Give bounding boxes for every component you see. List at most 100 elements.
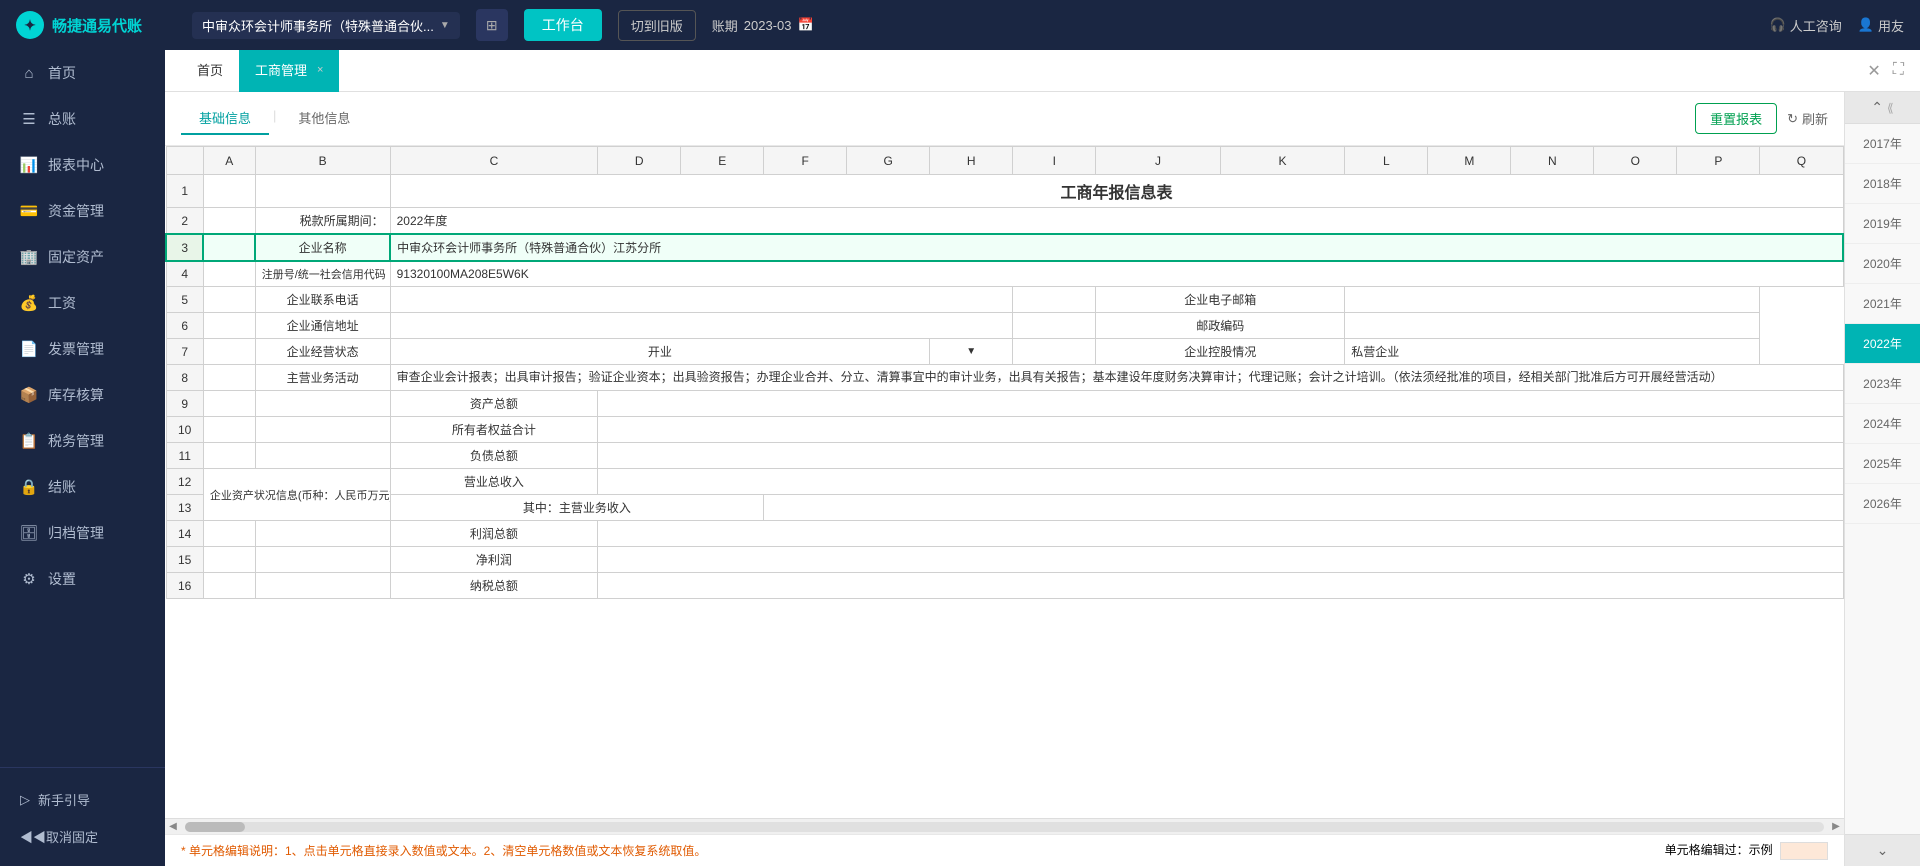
table-row: 14 利润总额 — [166, 521, 1843, 547]
table-container[interactable]: A B C D E F G H I J K L — [165, 146, 1844, 818]
finance-icon: 💳 — [20, 202, 38, 220]
row-6-val1[interactable] — [390, 313, 1013, 339]
workbench-button[interactable]: 工作台 — [524, 9, 602, 41]
col-a-header: A — [203, 147, 255, 175]
page-content: 基础信息 | 其他信息 重置报表 ↻ 刷新 — [165, 92, 1920, 866]
refresh-label: 刷新 — [1802, 109, 1828, 128]
year-nav-down-btn[interactable]: ⌄ — [1845, 834, 1920, 866]
row-9-b — [255, 391, 390, 417]
salary-icon: 💰 — [20, 294, 38, 312]
row-2-header: 2 — [166, 208, 203, 235]
guide-label: 新手引导 — [38, 790, 90, 809]
table-row: 4 注册号/统一社会信用代码 91320100MA208E5W6K — [166, 261, 1843, 287]
table-row: 12 企业资产状况信息(币种：人民币万元) 营业总收入 — [166, 469, 1843, 495]
spreadsheet-table: A B C D E F G H I J K L — [165, 146, 1844, 599]
row-13-val[interactable] — [764, 495, 1843, 521]
switch-version-button[interactable]: 切到旧版 — [618, 10, 696, 41]
year-item-2018[interactable]: 2018年 — [1845, 164, 1920, 204]
sheet-tab-other[interactable]: 其他信息 — [280, 102, 368, 135]
row-10-val[interactable] — [598, 417, 1843, 443]
row-2-value[interactable]: 2022年度 — [390, 208, 1843, 235]
corner-cell — [166, 147, 203, 175]
row-16-label: 纳税总额 — [390, 573, 598, 599]
table-row-selected: 3 企业名称 中审众环会计师事务所（特殊普通合伙）江苏分所 — [166, 234, 1843, 261]
tab-business-label: 工商管理 — [255, 60, 307, 79]
scroll-thumb[interactable] — [185, 822, 245, 832]
sidebar-item-home[interactable]: ⌂ 首页 — [0, 50, 165, 96]
user-area[interactable]: 👤 用友 — [1858, 16, 1904, 35]
sidebar-item-salary[interactable]: 💰 工资 — [0, 280, 165, 326]
row-7-label1: 企业经营状态 — [255, 339, 390, 365]
row-9-val[interactable] — [598, 391, 1843, 417]
cancel-fixed-btn[interactable]: ◀◀取消固定 — [0, 819, 165, 854]
row-14-b — [255, 521, 390, 547]
sidebar-item-inventory[interactable]: 📦 库存核算 — [0, 372, 165, 418]
bottom-bar: * 单元格编辑说明：1、点击单元格直接录入数值或文本。2、清空单元格数值或文本恢… — [165, 834, 1844, 866]
tax-icon: 📋 — [20, 432, 38, 450]
year-item-2026[interactable]: 2026年 — [1845, 484, 1920, 524]
maximize-icon[interactable]: ⛶ — [1893, 61, 1904, 81]
row-15-val[interactable] — [598, 547, 1843, 573]
year-nav-up-btn[interactable]: ⌃ ⟪ — [1845, 92, 1920, 124]
sidebar-item-reports[interactable]: 📊 报表中心 — [0, 142, 165, 188]
row-6-val2[interactable] — [1345, 313, 1760, 339]
row-12-val[interactable] — [598, 469, 1843, 495]
tab-close-icon[interactable]: × — [317, 64, 323, 76]
row-7-dropdown[interactable]: ▼ — [930, 339, 1013, 365]
sidebar-label-assets: 固定资产 — [48, 247, 104, 267]
row-11-val[interactable] — [598, 443, 1843, 469]
year-item-2023[interactable]: 2023年 — [1845, 364, 1920, 404]
toolbar-right: 重置报表 ↻ 刷新 — [1695, 103, 1828, 134]
scroll-track[interactable] — [185, 822, 1824, 832]
sidebar-item-settings[interactable]: ⚙ 设置 — [0, 556, 165, 602]
table-row: 6 企业通信地址 邮政编码 — [166, 313, 1843, 339]
row-14-val[interactable] — [598, 521, 1843, 547]
row-6-label1: 企业通信地址 — [255, 313, 390, 339]
year-item-2022[interactable]: 2022年 — [1845, 324, 1920, 364]
window-controls: ✕ ⛶ — [1867, 61, 1904, 81]
row-3-value[interactable]: 中审众环会计师事务所（特殊普通合伙）江苏分所 — [390, 234, 1843, 261]
company-icon-btn[interactable]: ⊞ — [476, 9, 508, 41]
row-3-header: 3 — [166, 234, 203, 261]
row-16-val[interactable] — [598, 573, 1843, 599]
sidebar-item-archive[interactable]: 🗄 归档管理 — [0, 510, 165, 556]
sidebar-label-ledger: 总账 — [48, 109, 76, 129]
row-7-label2: 企业控股情况 — [1096, 339, 1345, 365]
close-window-icon[interactable]: ✕ — [1867, 61, 1880, 81]
row-5-val1[interactable] — [390, 287, 1013, 313]
sidebar-item-ledger[interactable]: ☰ 总账 — [0, 96, 165, 142]
tab-business[interactable]: 工商管理 × — [239, 50, 339, 92]
tab-home-label: 首页 — [197, 60, 223, 79]
sidebar-scroll: ⌂ 首页 ☰ 总账 📊 报表中心 💳 资金管理 🏢 固定资产 💰 工资 — [0, 50, 165, 767]
row-9-header: 9 — [166, 391, 203, 417]
year-item-2024[interactable]: 2024年 — [1845, 404, 1920, 444]
year-item-2025[interactable]: 2025年 — [1845, 444, 1920, 484]
period-info: 账期 2023-03 📅 — [712, 16, 814, 35]
row-8-value[interactable]: 审查企业会计报表；出具审计报告；验证企业资本；出具验资报告；办理企业合并、分立、… — [390, 365, 1843, 391]
scroll-left-icon[interactable]: ◀ — [165, 821, 181, 832]
calendar-icon[interactable]: 📅 — [798, 17, 814, 33]
scroll-right-icon[interactable]: ▶ — [1828, 821, 1844, 832]
refresh-button[interactable]: ↻ 刷新 — [1787, 109, 1828, 128]
col-p-header: P — [1677, 147, 1760, 175]
row-5-val2[interactable] — [1345, 287, 1760, 313]
sidebar-item-invoice[interactable]: 📄 发票管理 — [0, 326, 165, 372]
sidebar-item-tax[interactable]: 📋 税务管理 — [0, 418, 165, 464]
tab-home[interactable]: 首页 — [181, 50, 239, 92]
year-item-2021[interactable]: 2021年 — [1845, 284, 1920, 324]
company-selector[interactable]: 中审众环会计师事务所（特殊普通合伙... ▼ — [192, 12, 460, 39]
row-4-value[interactable]: 91320100MA208E5W6K — [390, 261, 1843, 287]
sidebar-item-finance[interactable]: 💳 资金管理 — [0, 188, 165, 234]
new-user-guide-btn[interactable]: ▷ 新手引导 — [0, 780, 165, 819]
sheet-tab-basic[interactable]: 基础信息 — [181, 102, 269, 135]
horizontal-scrollbar[interactable]: ◀ ▶ — [165, 818, 1844, 834]
year-item-2020[interactable]: 2020年 — [1845, 244, 1920, 284]
customer-service-btn[interactable]: 🎧 人工咨询 — [1770, 16, 1842, 35]
row-7-status[interactable]: 开业 — [390, 339, 930, 365]
reset-report-button[interactable]: 重置报表 — [1695, 103, 1777, 134]
year-item-2019[interactable]: 2019年 — [1845, 204, 1920, 244]
year-item-2017[interactable]: 2017年 — [1845, 124, 1920, 164]
row-7-holding[interactable]: 私营企业 — [1345, 339, 1760, 365]
sidebar-item-close[interactable]: 🔒 结账 — [0, 464, 165, 510]
sidebar-item-assets[interactable]: 🏢 固定资产 — [0, 234, 165, 280]
